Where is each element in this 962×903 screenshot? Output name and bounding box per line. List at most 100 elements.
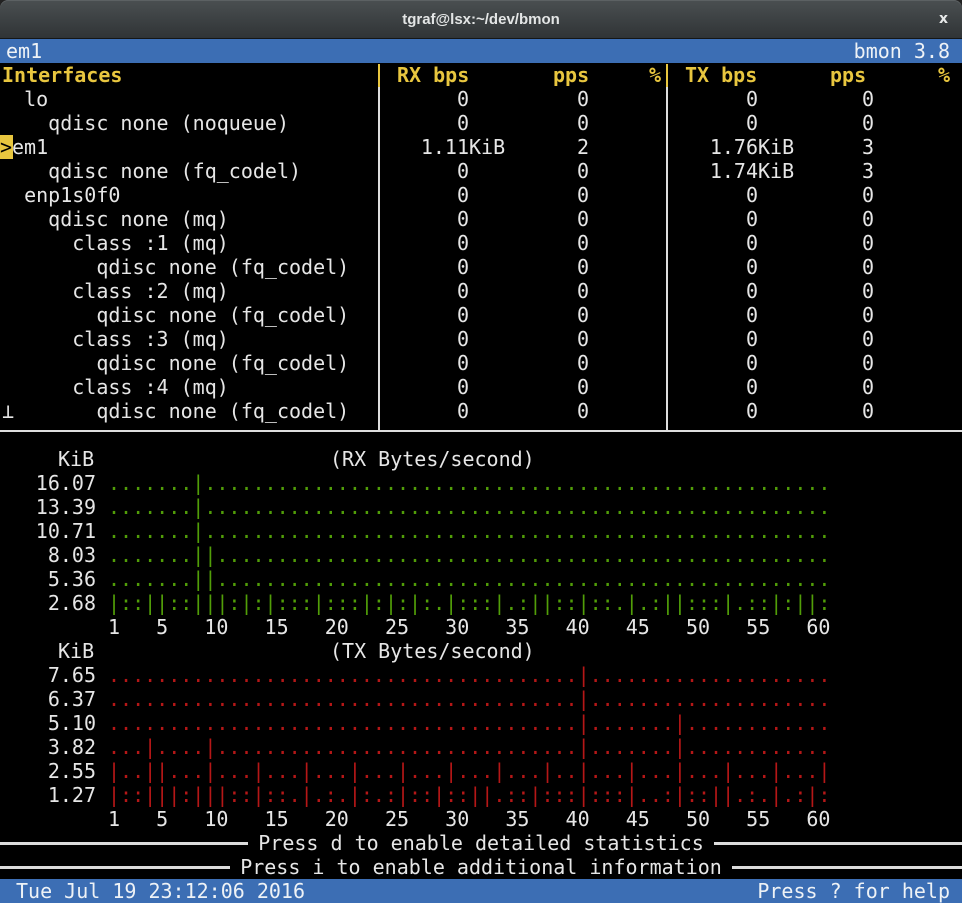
tx-pps-value: 0 [861,279,874,303]
terminal-screen[interactable]: em1 bmon 3.8 Interfaces RX bps pps % TX … [0,39,962,903]
rx-bps-value: 0 [456,255,469,279]
tx-pps-value: 0 [861,231,874,255]
tx-x-axis-row: 1 5 10 15 20 25 30 35 40 45 50 55 60 [0,807,962,831]
close-icon[interactable]: x [939,10,948,28]
tx-bps-value: 0 [745,279,758,303]
rx-y-tick: 10.71 [35,519,96,543]
class-name: class :1 (mq) [0,231,229,255]
tx-unit-label: KiB [58,639,95,663]
rx-pps-value: 0 [576,327,589,351]
tx-bps-value: 0 [745,231,758,255]
table-row[interactable]: class :1 (mq) 0 0 0 0 [0,231,962,255]
tx-pps-value: 3 [861,135,874,159]
rx-bps-value: 0 [456,87,469,111]
rx-graph-row: 16.07 .......|..........................… [0,471,962,495]
bmon-version-label: bmon 3.8 [853,39,950,63]
tx-bps-value: 0 [745,111,758,135]
rx-bps-value: 1.11 [420,135,469,159]
window-titlebar[interactable]: tgraf@lsx:~/dev/bmon x [0,0,962,39]
table-row[interactable]: enp1s0f0 0 0 0 0 [0,183,962,207]
table-row-selected[interactable]: > em1 1.11 KiB 2 1.76 KiB 3 [0,135,962,159]
tx-y-tick: 1.27 [47,783,96,807]
hint-detailed-stats: Press d to enable detailed statistics [0,831,962,855]
tx-graph-cells: .......................................|… [108,711,831,735]
rx-bps-value: 0 [456,279,469,303]
rx-bps-value: 0 [456,183,469,207]
rx-graph-title-row: KiB (RX Bytes/second) [0,447,962,471]
col-header-rx-pps: pps [553,63,590,87]
table-row[interactable]: qdisc none (mq) 0 0 0 0 [0,207,962,231]
rx-pps-value: 0 [576,111,589,135]
rx-pps-value: 0 [576,351,589,375]
selected-interface-label: em1 [6,39,43,63]
table-row[interactable]: qdisc none (noqueue) 0 0 0 0 [0,111,962,135]
tx-pps-value: 0 [861,255,874,279]
qdisc-name: qdisc none (fq_codel) [0,159,302,183]
table-row[interactable]: class :4 (mq) 0 0 0 0 [0,375,962,399]
rx-pps-value: 0 [576,231,589,255]
terminal-window: tgraf@lsx:~/dev/bmon x em1 bmon 3.8 Inte… [0,0,962,903]
rx-pps-value: 0 [576,279,589,303]
rx-y-tick: 8.03 [47,543,96,567]
qdisc-name: qdisc none (fq_codel) [0,351,350,375]
tx-y-tick: 5.10 [47,711,96,735]
table-row[interactable]: qdisc none (fq_codel) 0 0 0 0 [0,351,962,375]
rx-bps-unit: KiB [469,135,506,159]
tx-graph-row: 6.37 ...................................… [0,687,962,711]
hint-text: Press d to enable detailed statistics [258,831,704,855]
table-row[interactable]: qdisc none (fq_codel) 0 0 0 0 [0,255,962,279]
tx-y-tick: 7.65 [47,663,96,687]
table-bottom-border [0,430,962,432]
tx-x-axis-labels: 1 5 10 15 20 25 30 35 40 45 50 55 60 [108,807,831,831]
tx-pps-value: 0 [861,183,874,207]
rx-graph-row: 10.71 .......|..........................… [0,519,962,543]
tx-bps-value: 1.76 [709,135,758,159]
horizontal-rule [713,841,962,845]
status-datetime: Tue Jul 19 23:12:06 2016 [16,879,305,903]
rx-pps-value: 0 [576,207,589,231]
col-header-rx-bps: RX bps [397,63,470,87]
rx-graph-cells: .......||...............................… [108,543,831,567]
tx-pps-value: 0 [861,207,874,231]
tx-graph-row: 1.27 |::|||:|||::|::.|.:.|:.:|::|::||.::… [0,783,962,807]
rx-graph-cells: .......||...............................… [108,567,831,591]
tx-bps-unit: KiB [758,159,795,183]
rx-pps-value: 2 [576,135,589,159]
tx-bps-unit: KiB [758,135,795,159]
rx-bps-value: 0 [456,207,469,231]
tx-bps-value: 0 [745,255,758,279]
qdisc-name: qdisc none (fq_codel) [0,399,350,423]
tx-graph-row: 7.65 ...................................… [0,663,962,687]
rx-bps-value: 0 [456,327,469,351]
class-name: class :4 (mq) [0,375,229,399]
col-header-tx-bps: TX bps [685,63,758,87]
table-row[interactable]: ⊥ qdisc none (fq_codel) 0 0 0 0 [0,399,962,423]
rx-bps-value: 0 [456,159,469,183]
col-header-tx-pct: % [938,63,951,87]
tx-pps-value: 3 [861,159,874,183]
table-row[interactable]: qdisc none (fq_codel) 0 0 0 0 [0,303,962,327]
rx-unit-label: KiB [58,447,95,471]
tx-graph-cells: |::|||:|||::|::.|.:.|:.:|::|::||.::|:::|… [108,783,831,807]
tx-graph-row: 2.55 |..||...|...|...|...|...|...|...|..… [0,759,962,783]
rx-pps-value: 0 [576,87,589,111]
tx-pps-value: 0 [861,399,874,423]
table-row[interactable]: lo 0 0 0 0 [0,87,962,111]
rx-graph-row: 5.36 .......||..........................… [0,567,962,591]
table-row[interactable]: qdisc none (fq_codel) 0 0 1.74 KiB 3 [0,159,962,183]
rx-graph-row: 8.03 .......||..........................… [0,543,962,567]
rx-bps-value: 0 [456,303,469,327]
tx-graph-cells: .......................................|… [108,663,831,687]
tx-y-tick: 2.55 [47,759,96,783]
tx-bps-value: 0 [745,183,758,207]
status-bar: Tue Jul 19 23:12:06 2016 Press ? for hel… [0,879,962,903]
horizontal-rule [0,841,249,845]
window-title: tgraf@lsx:~/dev/bmon [402,10,560,28]
hint-text: Press i to enable additional information [240,855,722,879]
rx-graph-cells: |::||::|||:|:|:::|:::|:|:|:.|:::|.:||::|… [108,591,831,615]
rx-y-tick: 2.68 [47,591,96,615]
table-row[interactable]: class :3 (mq) 0 0 0 0 [0,327,962,351]
table-row[interactable]: class :2 (mq) 0 0 0 0 [0,279,962,303]
rx-pps-value: 0 [576,303,589,327]
rx-y-tick: 16.07 [35,471,96,495]
